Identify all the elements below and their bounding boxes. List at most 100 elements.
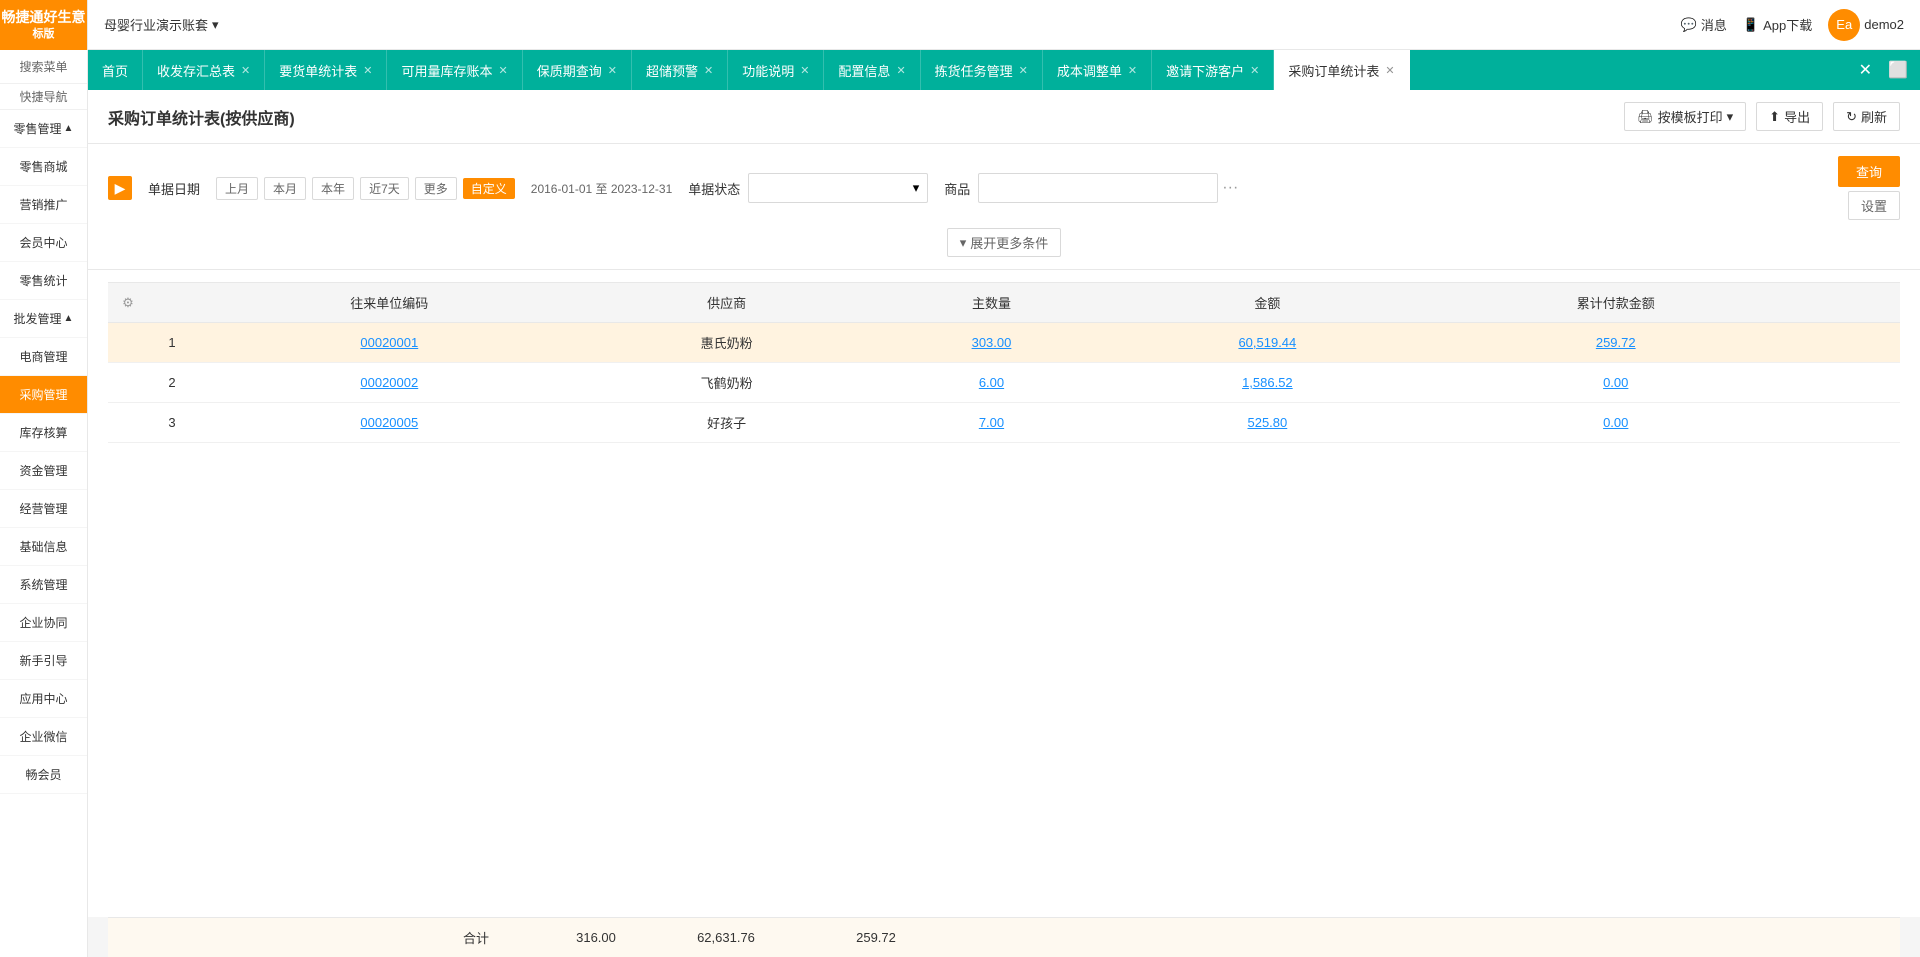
workspace-name: 母婴行业演示账套 [104, 15, 208, 34]
expand-row: ▾ 展开更多条件 [108, 228, 1900, 257]
tab-function-desc[interactable]: 功能说明 ✕ [728, 50, 824, 90]
settings-icon[interactable]: ⚙ [122, 295, 134, 310]
shortcut-this-month[interactable]: 本月 [264, 177, 306, 200]
query-btn[interactable]: 查询 [1838, 156, 1900, 187]
col-amount-header: 金额 [1112, 283, 1422, 323]
expand-more-btn[interactable]: ▾ 展开更多条件 [947, 228, 1062, 257]
print-btn-label: 按模板打印 [1658, 107, 1723, 126]
tab-config-info[interactable]: 配置信息 ✕ [824, 50, 920, 90]
username-label: demo2 [1864, 17, 1904, 32]
export-btn-label: 导出 [1784, 107, 1810, 126]
sidebar-item-retail-stats[interactable]: 零售统计 [0, 262, 87, 300]
tab-receive-send[interactable]: 收发存汇总表 ✕ [143, 50, 265, 90]
close-all-btn[interactable]: ✕ [1855, 56, 1876, 84]
date-filter-label: 单据日期 [148, 179, 200, 198]
tab-home[interactable]: 首页 [88, 50, 143, 90]
shortcut-last-month[interactable]: 上月 [216, 177, 258, 200]
goods-input[interactable] [978, 173, 1218, 203]
shortcut-7days[interactable]: 近7天 [360, 177, 409, 200]
row2-paid-amount[interactable]: 0.00 [1422, 363, 1809, 403]
close-icon[interactable]: ✕ [499, 64, 508, 77]
close-icon[interactable]: ✕ [1019, 64, 1028, 77]
shortcut-more[interactable]: 更多 [415, 177, 457, 200]
close-icon[interactable]: ✕ [1385, 64, 1394, 77]
row3-amount[interactable]: 525.80 [1112, 403, 1422, 443]
table-body: 1 00020001 惠氏奶粉 303.00 60,519.44 259.72 … [108, 323, 1900, 443]
row2-amount[interactable]: 1,586.52 [1112, 363, 1422, 403]
page-header-actions: 🖨 按模板打印 ▾ ⬆ 导出 ↻ 刷新 [1624, 102, 1900, 143]
sidebar-item-system[interactable]: 系统管理 [0, 566, 87, 604]
row1-amount[interactable]: 60,519.44 [1112, 323, 1422, 363]
tab-purchase-stats[interactable]: 采购订单统计表 ✕ [1274, 50, 1409, 90]
print-btn[interactable]: 🖨 按模板打印 ▾ [1624, 102, 1746, 131]
close-icon[interactable]: ✕ [608, 64, 617, 77]
maximize-btn[interactable]: ⬜ [1884, 56, 1912, 84]
tab-demand-stats[interactable]: 要货单统计表 ✕ [265, 50, 387, 90]
row3-settings [108, 403, 148, 443]
status-select[interactable]: ▾ [748, 173, 928, 203]
sidebar-item-purchase[interactable]: 采购管理 [0, 376, 87, 414]
tab-picking-task[interactable]: 拣货任务管理 ✕ [921, 50, 1043, 90]
row3-paid-amount[interactable]: 0.00 [1422, 403, 1809, 443]
tab-available-stock[interactable]: 可用量库存账本 ✕ [387, 50, 522, 90]
export-icon: ⬆ [1769, 109, 1780, 125]
table-row: 2 00020002 飞鹤奶粉 6.00 1,586.52 0.00 [108, 363, 1900, 403]
row2-supplier: 飞鹤奶粉 [583, 363, 871, 403]
refresh-btn[interactable]: ↻ 刷新 [1833, 102, 1900, 131]
row3-unit-code[interactable]: 00020005 [196, 403, 583, 443]
chevron-down-icon: ▾ [212, 17, 219, 33]
sidebar-item-newguide[interactable]: 新手引导 [0, 642, 87, 680]
workspace-selector[interactable]: 母婴行业演示账套 ▾ [104, 15, 219, 34]
user-menu[interactable]: Ea demo2 [1828, 9, 1904, 41]
settings-btn[interactable]: 设置 [1848, 191, 1900, 220]
close-icon[interactable]: ✕ [1128, 64, 1137, 77]
sidebar-item-basic-info[interactable]: 基础信息 [0, 528, 87, 566]
sidebar-item-enterprise-wx[interactable]: 企业微信 [0, 718, 87, 756]
close-icon[interactable]: ✕ [704, 64, 713, 77]
row2-unit-code[interactable]: 00020002 [196, 363, 583, 403]
logo-text: 畅捷通好生意 [2, 9, 86, 26]
shortcut-this-year[interactable]: 本年 [312, 177, 354, 200]
custom-date-label[interactable]: 自定义 [463, 178, 515, 199]
sidebar-item-retail[interactable]: 零售管理 ▲ [0, 110, 87, 148]
app-download-btn[interactable]: 📱 App下载 [1743, 15, 1812, 34]
tab-overstock[interactable]: 超储预警 ✕ [632, 50, 728, 90]
message-btn[interactable]: 💬 消息 [1681, 15, 1727, 34]
topbar-right: 💬 消息 📱 App下载 Ea demo2 [1681, 9, 1904, 41]
close-icon[interactable]: ✕ [363, 64, 372, 77]
tab-invite-downstream[interactable]: 邀请下游客户 ✕ [1152, 50, 1274, 90]
sidebar-item-ops[interactable]: 经营管理 [0, 490, 87, 528]
sidebar-item-retail-mall[interactable]: 零售商城 [0, 148, 87, 186]
close-icon[interactable]: ✕ [896, 64, 905, 77]
sidebar-item-marketing[interactable]: 营销推广 [0, 186, 87, 224]
row2-quantity[interactable]: 6.00 [871, 363, 1113, 403]
sidebar-item-ecommerce[interactable]: 电商管理 [0, 338, 87, 376]
sidebar-item-finance[interactable]: 资金管理 [0, 452, 87, 490]
sidebar-item-enterprise[interactable]: 企业协同 [0, 604, 87, 642]
close-icon[interactable]: ✕ [1250, 64, 1259, 77]
row1-quantity[interactable]: 303.00 [871, 323, 1113, 363]
filter-toggle[interactable]: ▶ [108, 176, 132, 200]
tab-cost-adjust[interactable]: 成本调整单 ✕ [1043, 50, 1152, 90]
sidebar-item-vip[interactable]: 畅会员 [0, 756, 87, 794]
sidebar-item-wholesale[interactable]: 批发管理 ▲ [0, 300, 87, 338]
row1-paid-amount[interactable]: 259.72 [1422, 323, 1809, 363]
status-filter-label: 单据状态 [688, 179, 740, 198]
close-icon[interactable]: ✕ [800, 64, 809, 77]
more-options-icon[interactable]: ··· [1222, 179, 1238, 197]
tab-warranty[interactable]: 保质期查询 ✕ [523, 50, 632, 90]
sidebar-item-inventory[interactable]: 库存核算 [0, 414, 87, 452]
sidebar-item-appcenter[interactable]: 应用中心 [0, 680, 87, 718]
sidebar-item-members[interactable]: 会员中心 [0, 224, 87, 262]
goods-filter-label: 商品 [944, 179, 970, 198]
chevron-down-icon: ▾ [960, 235, 967, 251]
goods-filter-group: 商品 ··· [944, 173, 1238, 203]
export-btn[interactable]: ⬆ 导出 [1756, 102, 1823, 131]
sidebar-search[interactable]: 搜索菜单 [0, 50, 87, 84]
close-icon[interactable]: ✕ [241, 64, 250, 77]
expand-btn-label: 展开更多条件 [970, 233, 1048, 252]
arrow-right-icon: ▶ [115, 180, 126, 197]
sidebar-quicknav[interactable]: 快捷导航 [0, 84, 87, 110]
row1-unit-code[interactable]: 00020001 [196, 323, 583, 363]
row3-quantity[interactable]: 7.00 [871, 403, 1113, 443]
